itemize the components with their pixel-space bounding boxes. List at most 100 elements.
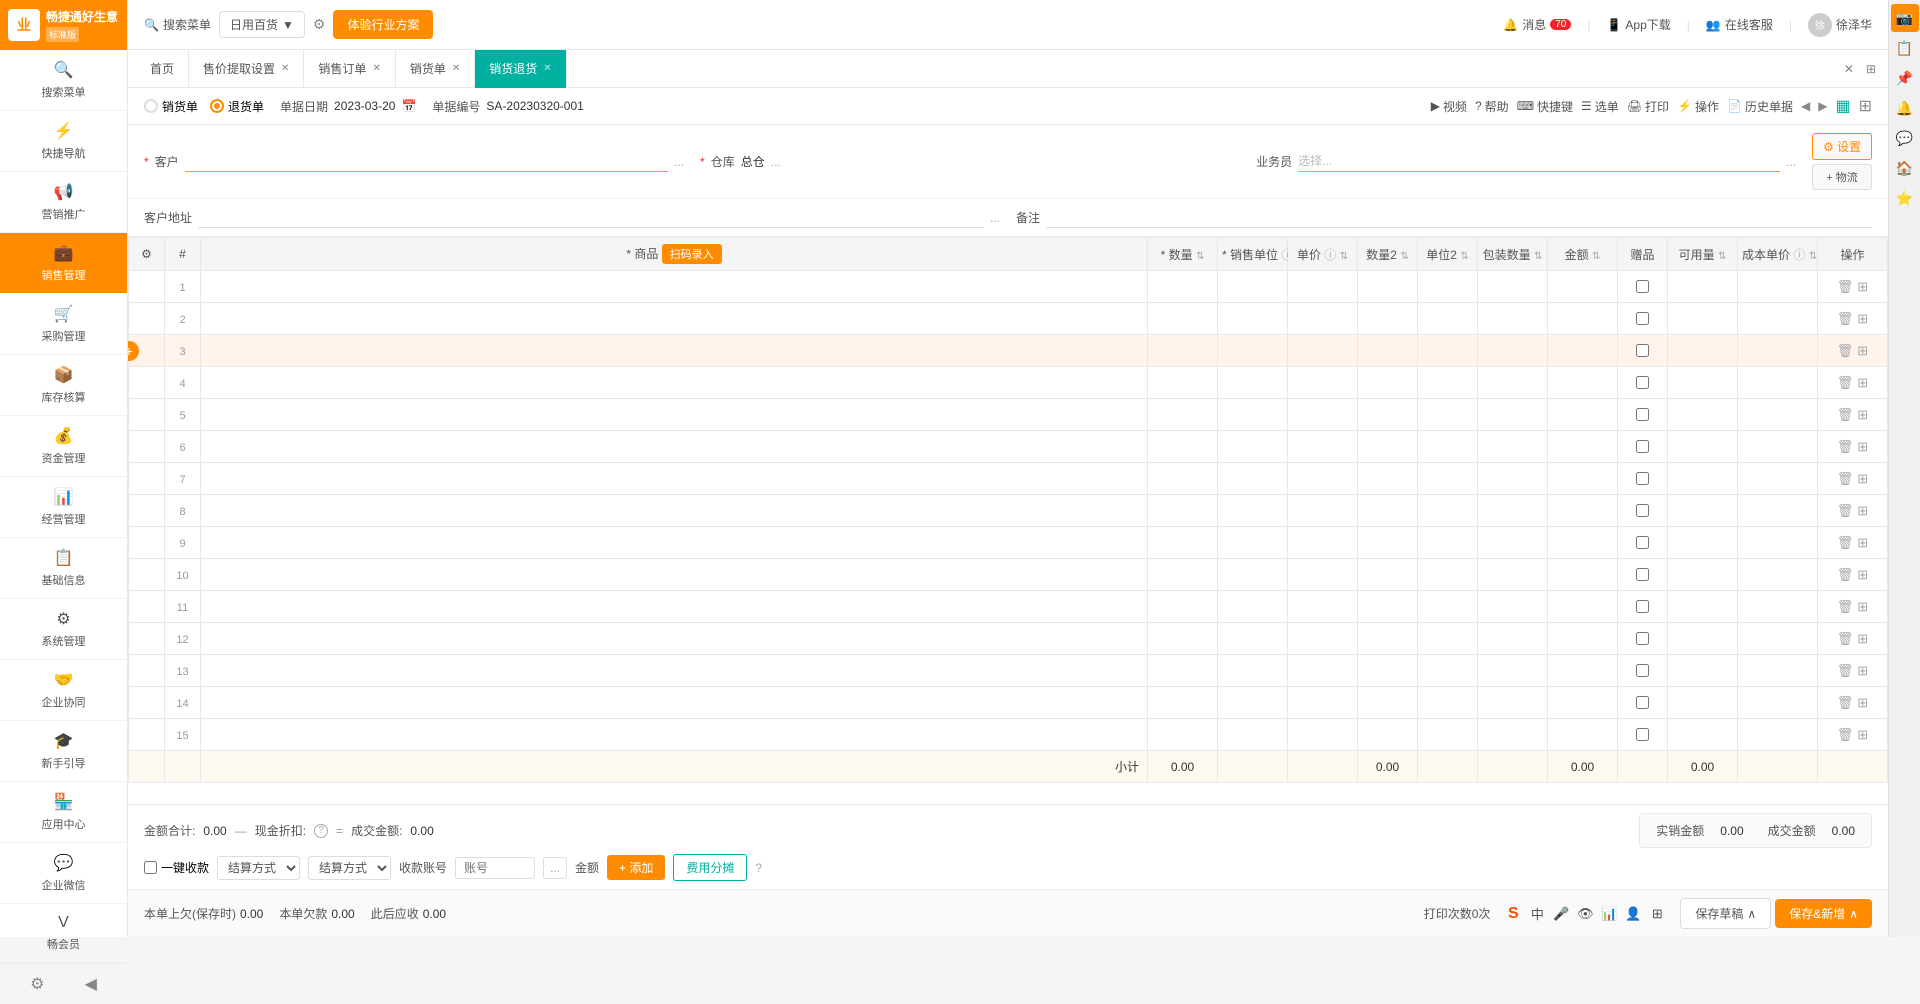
row-cost-9[interactable] [1738, 527, 1818, 559]
row-copy-4[interactable]: ⊞ [1857, 375, 1868, 391]
row-gift-4[interactable] [1618, 367, 1668, 399]
row-price-11[interactable] [1288, 591, 1358, 623]
row-copy-15[interactable]: ⊞ [1857, 727, 1868, 743]
row-product-6[interactable] [201, 431, 1148, 463]
row-copy-1[interactable]: ⊞ [1857, 279, 1868, 295]
gift-checkbox-4[interactable] [1636, 376, 1649, 389]
row-copy-14[interactable]: ⊞ [1857, 695, 1868, 711]
radio-sale-goods[interactable]: 销货单 [144, 98, 198, 115]
scan-btn[interactable]: 扫码录入 [662, 244, 722, 264]
row-pkg-13[interactable] [1478, 655, 1548, 687]
row-pkg-14[interactable] [1478, 687, 1548, 719]
sidebar-item-member[interactable]: V 畅会员 [0, 904, 127, 963]
row-price-1[interactable] [1288, 271, 1358, 303]
row-qty2-5[interactable] [1358, 399, 1418, 431]
row-avail-8[interactable] [1668, 495, 1738, 527]
row-unit2-7[interactable] [1418, 463, 1478, 495]
row-qty2-7[interactable] [1358, 463, 1418, 495]
row-gift-5[interactable] [1618, 399, 1668, 431]
row-cost-5[interactable] [1738, 399, 1818, 431]
sidebar-item-wechat[interactable]: 💬 企业微信 [0, 843, 127, 904]
row-avail-7[interactable] [1668, 463, 1738, 495]
row-qty-8[interactable] [1148, 495, 1218, 527]
row-unit-1[interactable] [1218, 271, 1288, 303]
row-unit2-15[interactable] [1418, 719, 1478, 751]
row-unit2-6[interactable] [1418, 431, 1478, 463]
row-pkg-12[interactable] [1478, 623, 1548, 655]
split-cost-btn[interactable]: 费用分摊 [673, 854, 747, 881]
row-unit2-5[interactable] [1418, 399, 1478, 431]
row-avail-11[interactable] [1668, 591, 1738, 623]
row-unit-14[interactable] [1218, 687, 1288, 719]
tab-sale-goods[interactable]: 销货单✕ [396, 50, 475, 88]
row-unit-10[interactable] [1218, 559, 1288, 591]
row-cost-7[interactable] [1738, 463, 1818, 495]
gift-checkbox-8[interactable] [1636, 504, 1649, 517]
row-qty-10[interactable] [1148, 559, 1218, 591]
row-delete-1[interactable]: 🗑 [1837, 279, 1854, 295]
row-avail-12[interactable] [1668, 623, 1738, 655]
add-row-btn[interactable]: + [128, 341, 139, 361]
row-pkg-7[interactable] [1478, 463, 1548, 495]
address-input[interactable] [198, 207, 984, 228]
row-qty-7[interactable] [1148, 463, 1218, 495]
row-amount-9[interactable] [1548, 527, 1618, 559]
row-qty2-9[interactable] [1358, 527, 1418, 559]
row-qty-11[interactable] [1148, 591, 1218, 623]
cost-info-icon[interactable]: ⓘ [1793, 248, 1805, 262]
user-profile-item[interactable]: 徐 徐泽华 [1808, 13, 1872, 37]
row-unit2-14[interactable] [1418, 687, 1478, 719]
row-product-1[interactable] [201, 271, 1148, 303]
row-avail-6[interactable] [1668, 431, 1738, 463]
row-pkg-5[interactable] [1478, 399, 1548, 431]
sidebar-item-sales[interactable]: 💼 销售管理 [0, 233, 127, 294]
row-unit-5[interactable] [1218, 399, 1288, 431]
row-copy-3[interactable]: ⊞ [1857, 343, 1868, 359]
row-qty2-3[interactable] [1358, 335, 1418, 367]
row-product-12[interactable] [201, 623, 1148, 655]
settle-method-select[interactable]: 结算方式 [217, 856, 300, 880]
row-product-5[interactable] [201, 399, 1148, 431]
right-icon-3[interactable]: 🔔 [1891, 94, 1919, 122]
sidebar-settings-icon[interactable]: ⚙ [30, 974, 44, 994]
row-gift-11[interactable] [1618, 591, 1668, 623]
cost-sort-icon[interactable]: ⇅ [1809, 251, 1817, 262]
row-qty-1[interactable] [1148, 271, 1218, 303]
row-price-10[interactable] [1288, 559, 1358, 591]
row-product-15[interactable] [201, 719, 1148, 751]
row-price-15[interactable] [1288, 719, 1358, 751]
action-history[interactable]: 📄 历史单据 [1727, 98, 1793, 115]
row-qty2-13[interactable] [1358, 655, 1418, 687]
experience-btn[interactable]: 体验行业方案 [333, 10, 433, 39]
gift-checkbox-6[interactable] [1636, 440, 1649, 453]
row-qty-9[interactable] [1148, 527, 1218, 559]
row-cost-11[interactable] [1738, 591, 1818, 623]
tool-person-icon[interactable]: 👤 [1622, 903, 1644, 925]
gift-checkbox-11[interactable] [1636, 600, 1649, 613]
row-unit-2[interactable] [1218, 303, 1288, 335]
row-avail-2[interactable] [1668, 303, 1738, 335]
price-sort-icon[interactable]: ⇅ [1340, 251, 1348, 262]
row-amount-7[interactable] [1548, 463, 1618, 495]
nav-next-icon[interactable]: ▶ [1818, 99, 1827, 113]
row-pkg-11[interactable] [1478, 591, 1548, 623]
row-delete-8[interactable]: 🗑 [1837, 503, 1854, 519]
row-pkg-1[interactable] [1478, 271, 1548, 303]
tab-sale-return[interactable]: 销货退货✕ [475, 50, 566, 88]
row-unit2-12[interactable] [1418, 623, 1478, 655]
row-copy-8[interactable]: ⊞ [1857, 503, 1868, 519]
row-amount-2[interactable] [1548, 303, 1618, 335]
row-copy-6[interactable]: ⊞ [1857, 439, 1868, 455]
row-product-3[interactable] [201, 335, 1148, 367]
row-copy-12[interactable]: ⊞ [1857, 631, 1868, 647]
staff-input[interactable] [1298, 151, 1780, 172]
row-amount-12[interactable] [1548, 623, 1618, 655]
row-amount-15[interactable] [1548, 719, 1618, 751]
calc-method-select[interactable]: 结算方式 [308, 856, 391, 880]
account-input[interactable] [455, 857, 535, 879]
row-price-2[interactable] [1288, 303, 1358, 335]
row-avail-9[interactable] [1668, 527, 1738, 559]
row-product-7[interactable] [201, 463, 1148, 495]
calendar-icon[interactable]: 📅 [401, 99, 416, 113]
sidebar-item-shortcut[interactable]: ⚡ 快捷导航 [0, 111, 127, 172]
